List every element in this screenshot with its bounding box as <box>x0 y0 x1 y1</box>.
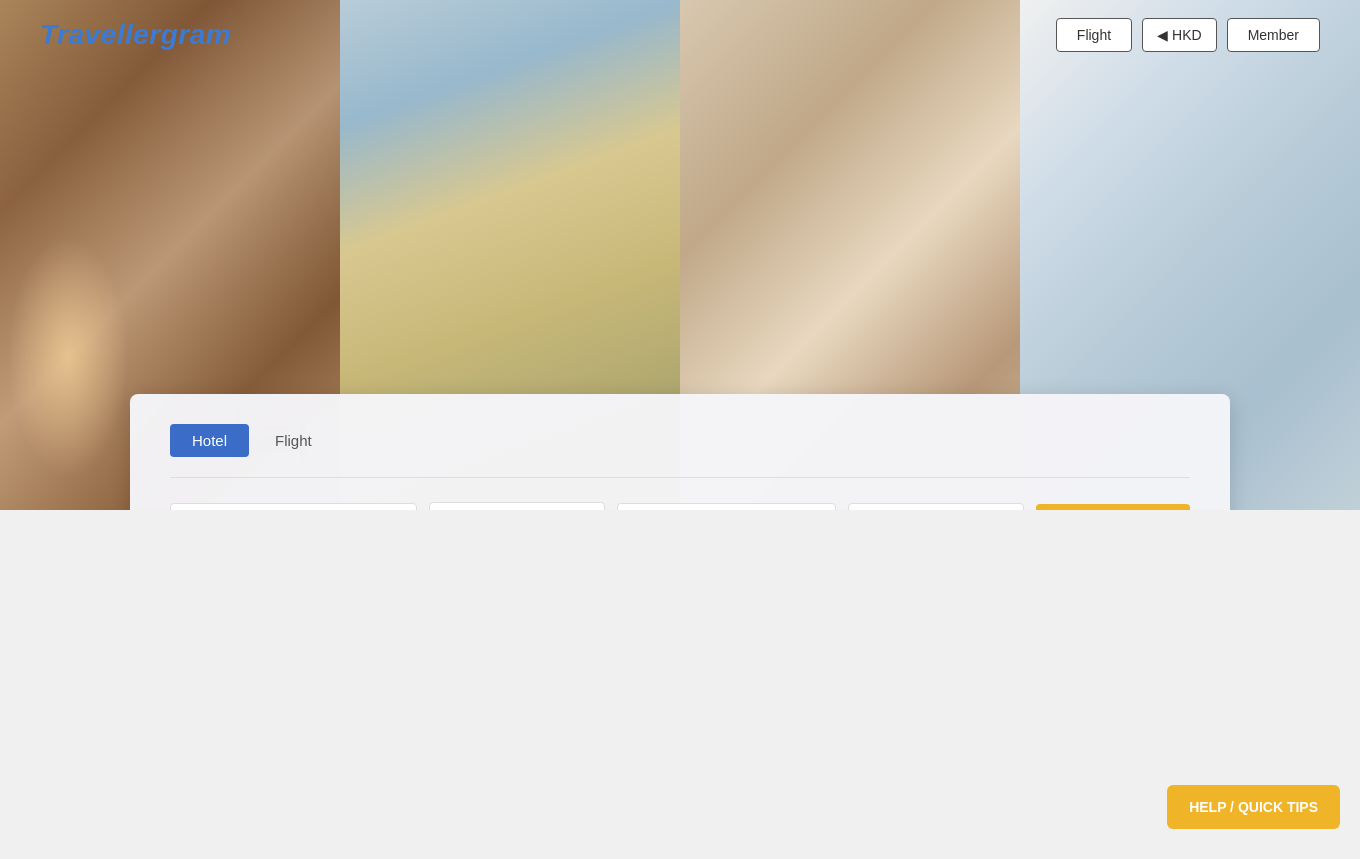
tab-hotel[interactable]: Hotel <box>170 424 249 457</box>
hkd-label: HKD <box>1172 27 1202 43</box>
tab-flight[interactable]: Flight <box>253 424 334 457</box>
search-panel: Hotel Flight United States 2025-02-20 ~ … <box>130 394 1230 510</box>
hero-section: Hotel Flight United States 2025-02-20 ~ … <box>0 0 1360 510</box>
room-selector[interactable]: 1 Room and 2 Adult <box>848 503 1024 510</box>
flight-button[interactable]: Flight <box>1056 18 1132 52</box>
date-picker[interactable]: 2025-02-20 ~ 2025 📅 <box>617 503 836 510</box>
tab-bar: Hotel Flight <box>170 424 1190 457</box>
country-select[interactable]: United States <box>429 502 605 510</box>
navbar: Travellergram Flight ◀ HKD Member <box>0 0 1360 70</box>
tab-divider <box>170 477 1190 478</box>
hkd-button[interactable]: ◀ HKD <box>1142 18 1217 52</box>
nav-right: Flight ◀ HKD Member <box>1056 18 1320 52</box>
logo: Travellergram <box>40 19 231 51</box>
search-button[interactable]: SEARCH <box>1036 504 1190 511</box>
member-button[interactable]: Member <box>1227 18 1320 52</box>
search-input[interactable] <box>170 503 417 510</box>
search-row: United States 2025-02-20 ~ 2025 📅 1 Room… <box>170 502 1190 510</box>
chevron-left-icon: ◀ <box>1157 27 1168 43</box>
help-button[interactable]: HELP / QUICK TIPS <box>1167 785 1340 829</box>
